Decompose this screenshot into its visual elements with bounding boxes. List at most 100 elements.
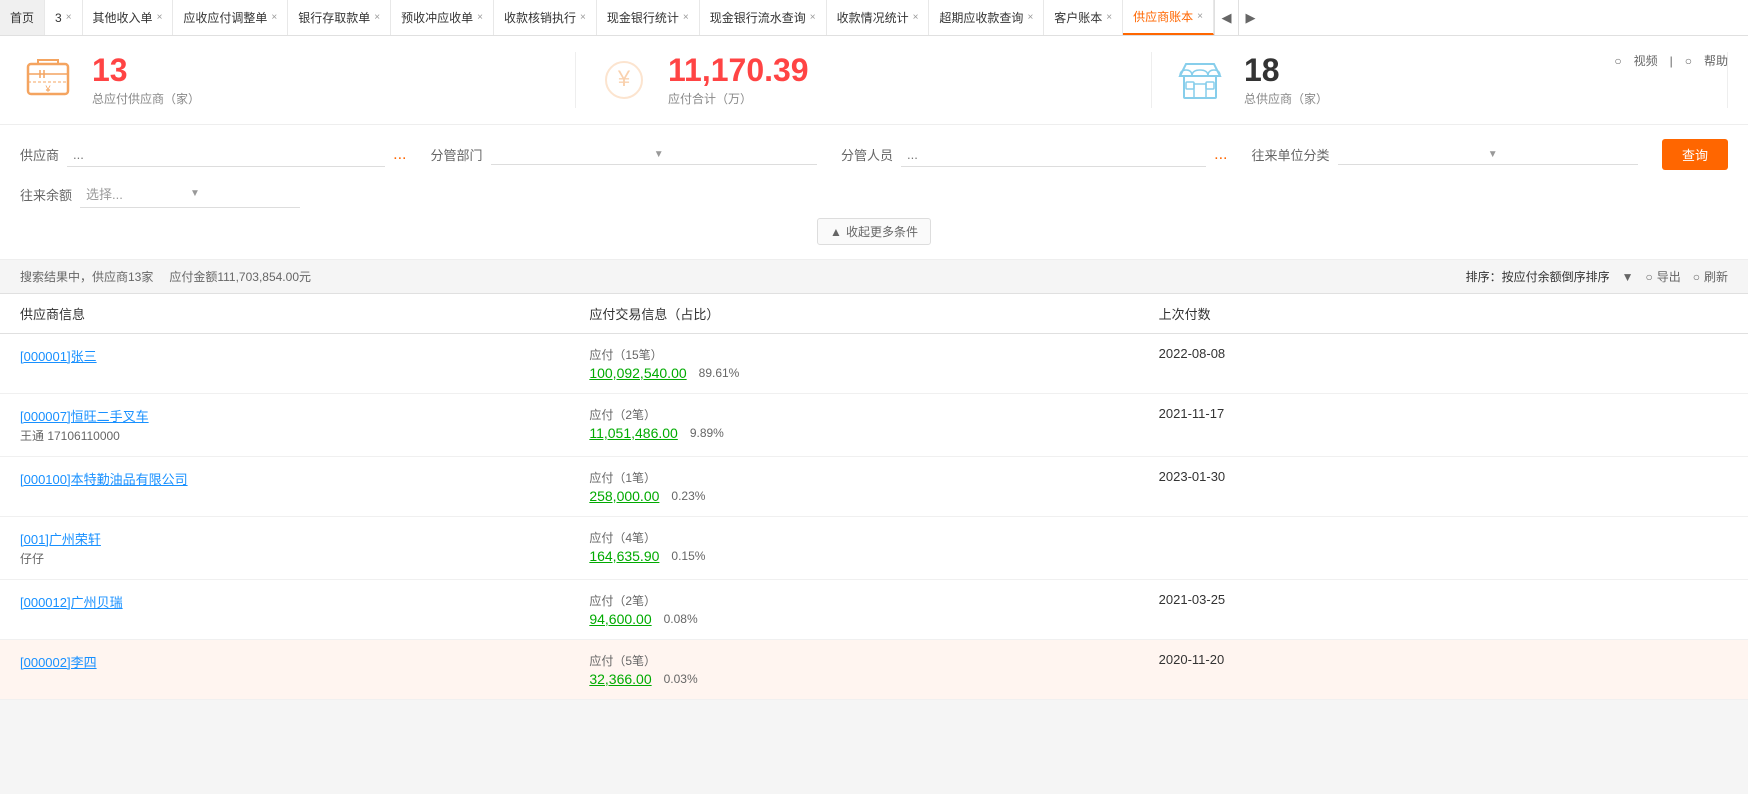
filter-supplier: 供应商 ...: [20, 143, 407, 167]
nav-prev-arrow[interactable]: ◀: [1214, 0, 1238, 35]
table-row: [000012]广州贝瑞应付（2笔）94,600.000.08%2021-03-…: [0, 580, 1748, 640]
tx-amount-3[interactable]: 164,635.90: [589, 548, 659, 564]
query-button[interactable]: 查询: [1662, 139, 1728, 170]
filter-person: 分管人员 ...: [841, 143, 1228, 167]
svg-text:¥: ¥: [617, 66, 631, 91]
last-date-2: 2023-01-30: [1159, 469, 1226, 484]
tx-amount-0[interactable]: 100,092,540.00: [589, 365, 686, 381]
tx-amount-4[interactable]: 94,600.00: [589, 611, 651, 627]
nav-tab-cash-stat-close[interactable]: ×: [683, 12, 689, 23]
table-row: [000001]张三应付（15笔）100,092,540.0089.61%202…: [0, 334, 1748, 394]
supplier-icon: ¥: [20, 52, 76, 108]
summary-item-payable-total: ¥ 11,170.39 应付合计（万）: [576, 52, 1152, 108]
nav-tab-bank-close[interactable]: ×: [374, 12, 380, 23]
nav-tab-customer-book-label: 客户账本: [1054, 9, 1102, 26]
date-cell-2: 2023-01-30: [1159, 469, 1728, 484]
payable-total-number: 11,170.39: [668, 54, 809, 86]
main-content: 供应商信息 应付交易信息（占比） 上次付数 [000001]张三 应付（15笔）1…: [0, 294, 1748, 700]
nav-tab-cash-stat[interactable]: 现金银行统计 ×: [597, 0, 700, 35]
person-dots[interactable]: ...: [1214, 146, 1227, 164]
tx-percent-3: 0.15%: [671, 549, 705, 563]
nav-tab-customer-book-close[interactable]: ×: [1106, 12, 1112, 23]
table-row: [000002]李四应付（5笔）32,366.000.03%2020-11-20: [0, 640, 1748, 700]
dept-arrow-icon: ▼: [654, 149, 811, 160]
tx-row-5: 32,366.00 0.03%: [589, 671, 1158, 687]
supplier-dots[interactable]: ...: [393, 146, 406, 164]
result-text1: 搜索结果中，供应商13家: [20, 268, 153, 285]
person-input[interactable]: [901, 143, 1206, 167]
balance-select[interactable]: 选择... ▼: [80, 180, 300, 208]
money-icon: ¥: [596, 52, 652, 108]
nav-tab-overdue-close[interactable]: ×: [1027, 12, 1033, 23]
supplier-link-1[interactable]: [000007]恒旺二手叉车: [20, 409, 149, 424]
page-wrapper: 首页 3 × 其他收入单 × 应收应付调整单 × 银行存取款单 × 预收冲应收单…: [0, 0, 1748, 794]
tx-amount-5[interactable]: 32,366.00: [589, 671, 651, 687]
table-header: 供应商信息 应付交易信息（占比） 上次付数: [0, 294, 1748, 334]
nav-tab-supplier-book[interactable]: 供应商账本 ×: [1123, 0, 1214, 35]
category-select[interactable]: ▼: [1338, 145, 1638, 165]
nav-tab-collect-stat-close[interactable]: ×: [913, 12, 919, 23]
nav-tab-adjust-close[interactable]: ×: [271, 12, 277, 23]
nav-tab-adjust[interactable]: 应收应付调整单 ×: [173, 0, 288, 35]
export-button[interactable]: ○ 导出: [1645, 268, 1680, 285]
nav-tab-supplier-book-close[interactable]: ×: [1197, 11, 1203, 22]
supplier-cell-4: [000012]广州贝瑞: [20, 592, 589, 611]
nav-tab-collect-exec-close[interactable]: ×: [580, 12, 586, 23]
dept-select[interactable]: ▼: [491, 145, 817, 165]
store-icon: [1172, 52, 1228, 108]
summary-text-payable-suppliers: 13 总应付供应商（家）: [92, 54, 200, 107]
result-info: 搜索结果中，供应商13家 应付金额111,703,854.00元: [20, 268, 311, 285]
tx-percent-2: 0.23%: [671, 489, 705, 503]
video-link[interactable]: 视频: [1634, 52, 1658, 69]
balance-select-value: 选择...: [86, 184, 190, 203]
tx-cell-3: 应付（4笔）164,635.900.15%: [589, 529, 1158, 564]
tx-cell-0: 应付（15笔）100,092,540.0089.61%: [589, 346, 1158, 381]
nav-tab-cash-flow[interactable]: 现金银行流水查询 ×: [700, 0, 827, 35]
nav-tab-pre-collect[interactable]: 预收冲应收单 ×: [391, 0, 494, 35]
refresh-icon: ○: [1693, 270, 1700, 284]
summary-text-total-suppliers: 18 总供应商（家）: [1244, 54, 1328, 107]
supplier-link-4[interactable]: [000012]广州贝瑞: [20, 595, 123, 610]
separator: |: [1670, 54, 1673, 68]
help-link[interactable]: 帮助: [1704, 52, 1728, 69]
summary-bar: ¥ 13 总应付供应商（家） ¥ 11,170.39 应付合计（万）: [0, 36, 1748, 125]
supplier-cell-2: [000100]本特勤油品有限公司: [20, 469, 589, 488]
collapse-button[interactable]: ▲ 收起更多条件: [817, 218, 931, 245]
supplier-link-2[interactable]: [000100]本特勤油品有限公司: [20, 472, 188, 487]
nav-tab-other-income[interactable]: 其他收入单 ×: [83, 0, 174, 35]
supplier-link-5[interactable]: [000002]李四: [20, 655, 97, 670]
filter-row-2: 往来余额 选择... ▼: [20, 180, 1728, 208]
nav-tab-3-close[interactable]: ×: [66, 12, 72, 23]
tx-amount-1[interactable]: 11,051,486.00: [589, 425, 678, 441]
summary-text-payable-total: 11,170.39 应付合计（万）: [668, 54, 809, 107]
nav-next-arrow[interactable]: ▶: [1238, 0, 1262, 35]
nav-tab-collect-exec[interactable]: 收款核销执行 ×: [494, 0, 597, 35]
tx-cell-5: 应付（5笔）32,366.000.03%: [589, 652, 1158, 687]
export-label: 导出: [1657, 268, 1681, 285]
nav-tab-other-income-close[interactable]: ×: [157, 12, 163, 23]
filter-row-1: 供应商 ... 分管部门 ▼ 分管人员 ... 往来单位分类: [20, 139, 1728, 170]
sort-label[interactable]: 排序：按应付余额倒序排序: [1466, 268, 1610, 285]
nav-tab-pre-collect-label: 预收冲应收单: [401, 9, 473, 26]
supplier-input[interactable]: [67, 143, 385, 167]
nav-tab-home[interactable]: 首页: [0, 0, 45, 35]
supplier-link-3[interactable]: [001]广州荣轩: [20, 532, 101, 547]
tx-amount-2[interactable]: 258,000.00: [589, 488, 659, 504]
nav-tab-collect-stat[interactable]: 收款情况统计 ×: [827, 0, 930, 35]
tx-percent-5: 0.03%: [664, 672, 698, 686]
table-row: [001]广州荣轩仔仔应付（4笔）164,635.900.15%: [0, 517, 1748, 580]
nav-tab-cash-flow-close[interactable]: ×: [810, 12, 816, 23]
filter-category-label: 往来单位分类: [1252, 145, 1330, 164]
nav-tab-bank[interactable]: 银行存取款单 ×: [288, 0, 391, 35]
nav-tab-overdue[interactable]: 超期应收款查询 ×: [929, 0, 1044, 35]
tx-label-4: 应付（2笔）: [589, 592, 1158, 609]
nav-tab-3[interactable]: 3 ×: [45, 0, 83, 35]
nav-tab-adjust-label: 应收应付调整单: [183, 9, 267, 26]
supplier-link-0[interactable]: [000001]张三: [20, 349, 97, 364]
filter-area: 供应商 ... 分管部门 ▼ 分管人员 ... 往来单位分类: [0, 125, 1748, 260]
export-icon: ○: [1645, 270, 1652, 284]
nav-tab-pre-collect-close[interactable]: ×: [477, 12, 483, 23]
tx-label-2: 应付（1笔）: [589, 469, 1158, 486]
refresh-button[interactable]: ○ 刷新: [1693, 268, 1728, 285]
nav-tab-customer-book[interactable]: 客户账本 ×: [1044, 0, 1123, 35]
